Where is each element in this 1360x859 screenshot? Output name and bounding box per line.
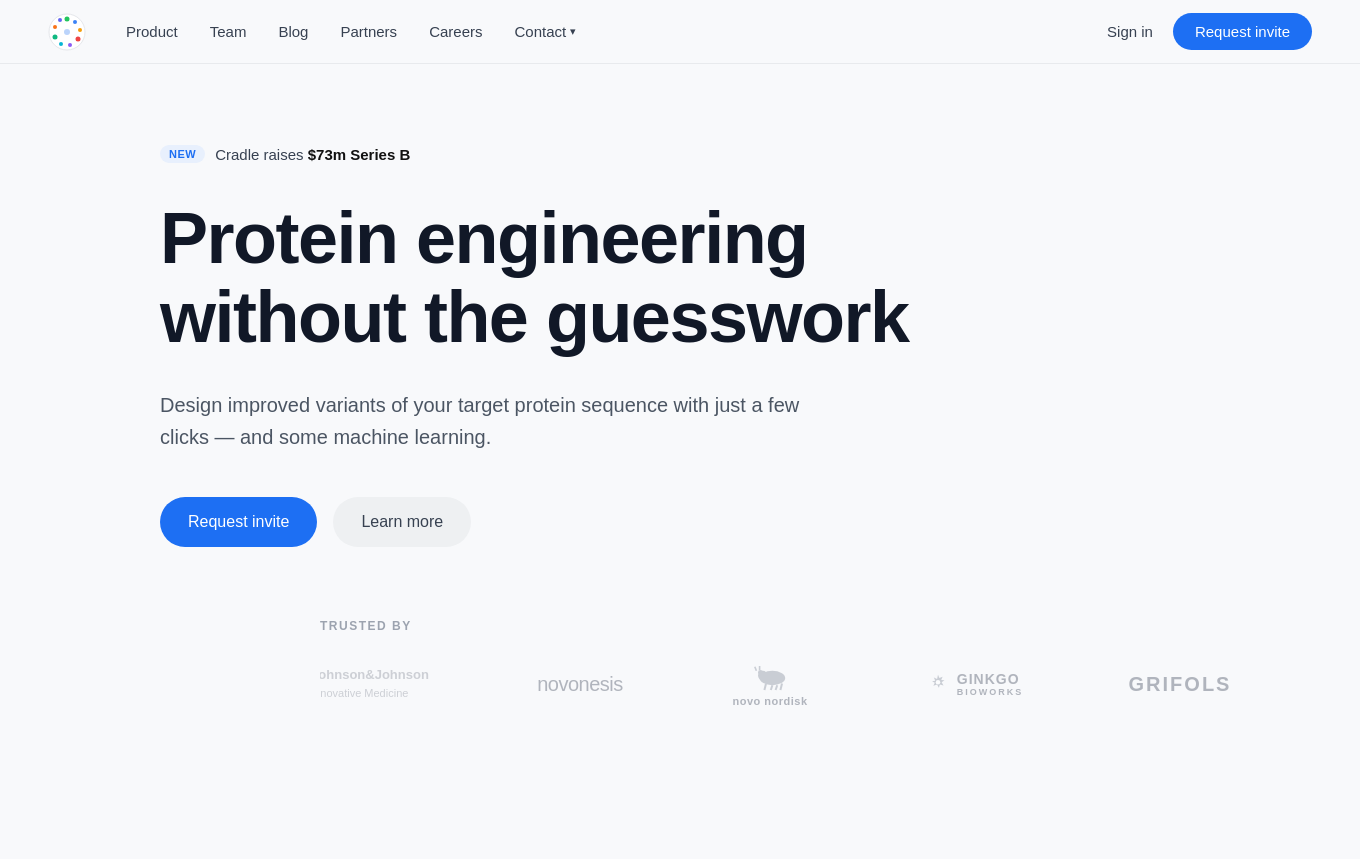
nav-product[interactable]: Product: [126, 23, 178, 40]
announcement-banner[interactable]: NEW Cradle raises $73m Series B: [160, 145, 410, 163]
svg-point-1: [65, 16, 70, 21]
novo-nordisk-logo: novo nordisk: [732, 661, 807, 707]
grifols-logo-text: GRIFOLS: [1129, 673, 1232, 696]
svg-point-5: [68, 43, 72, 47]
svg-line-14: [771, 686, 773, 691]
svg-point-3: [78, 28, 82, 32]
ginkgo-icon: [927, 673, 949, 695]
novonesis-logo-text: novonesis: [537, 673, 623, 696]
hero-subtitle: Design improved variants of your target …: [160, 389, 840, 453]
request-invite-button-hero[interactable]: Request invite: [160, 497, 317, 547]
navbar: Product Team Blog Partners Careers Conta…: [0, 0, 1360, 64]
nav-partners[interactable]: Partners: [340, 23, 397, 40]
novo-nordisk-icon: [750, 661, 790, 691]
ginkgo-logo-text: GINKGOBIOWORKS: [957, 671, 1024, 697]
svg-line-18: [755, 667, 757, 671]
logos-row: Johnson&JohnsonInnovative Medicine novon…: [320, 661, 1264, 707]
logo[interactable]: [48, 13, 86, 51]
signin-link[interactable]: Sign in: [1107, 23, 1153, 40]
navbar-left: Product Team Blog Partners Careers Conta…: [48, 13, 576, 51]
svg-line-16: [780, 684, 782, 690]
learn-more-button[interactable]: Learn more: [333, 497, 471, 547]
logo-novo-nordisk: novo nordisk: [680, 661, 860, 707]
trusted-section: TRUSTED BY Johnson&JohnsonInnovative Med…: [160, 619, 1312, 707]
svg-point-6: [59, 42, 63, 46]
jj-logo-text: Johnson&JohnsonInnovative Medicine: [320, 666, 429, 702]
hero-buttons: Request invite Learn more: [160, 497, 1312, 547]
nav-careers[interactable]: Careers: [429, 23, 482, 40]
navbar-right: Sign in Request invite: [1107, 13, 1312, 50]
svg-point-7: [53, 34, 58, 39]
svg-line-13: [764, 684, 766, 690]
announcement-text: Cradle raises $73m Series B: [215, 146, 410, 163]
svg-line-15: [776, 686, 778, 691]
svg-point-17: [758, 670, 763, 675]
svg-point-2: [73, 20, 77, 24]
hero-title: Protein engineering without the guesswor…: [160, 199, 940, 357]
ginkgo-logo: GINKGOBIOWORKS: [927, 671, 1024, 697]
request-invite-button-nav[interactable]: Request invite: [1173, 13, 1312, 50]
ginkgo-text-block: GINKGOBIOWORKS: [957, 671, 1024, 697]
svg-point-9: [58, 18, 62, 22]
nav-team[interactable]: Team: [210, 23, 247, 40]
chevron-down-icon: ▾: [570, 25, 576, 38]
novo-nordisk-logo-text: novo nordisk: [732, 695, 807, 707]
nav-links: Product Team Blog Partners Careers Conta…: [126, 23, 576, 40]
hero-section: NEW Cradle raises $73m Series B Protein …: [0, 64, 1360, 767]
logo-novonesis: novonesis: [480, 673, 680, 696]
nav-contact-label: Contact: [514, 23, 566, 40]
svg-point-10: [64, 29, 70, 35]
nav-blog[interactable]: Blog: [278, 23, 308, 40]
logo-grifols: GRIFOLS: [1090, 673, 1264, 696]
nav-contact[interactable]: Contact ▾: [514, 23, 576, 40]
svg-point-8: [53, 25, 57, 29]
trusted-label: TRUSTED BY: [320, 619, 1264, 633]
logo-ginkgo: GINKGOBIOWORKS: [860, 671, 1090, 697]
svg-point-20: [935, 680, 940, 685]
logo-icon: [48, 13, 86, 51]
logo-jj: Johnson&JohnsonInnovative Medicine: [320, 666, 480, 702]
svg-point-4: [76, 36, 81, 41]
new-badge: NEW: [160, 145, 205, 163]
